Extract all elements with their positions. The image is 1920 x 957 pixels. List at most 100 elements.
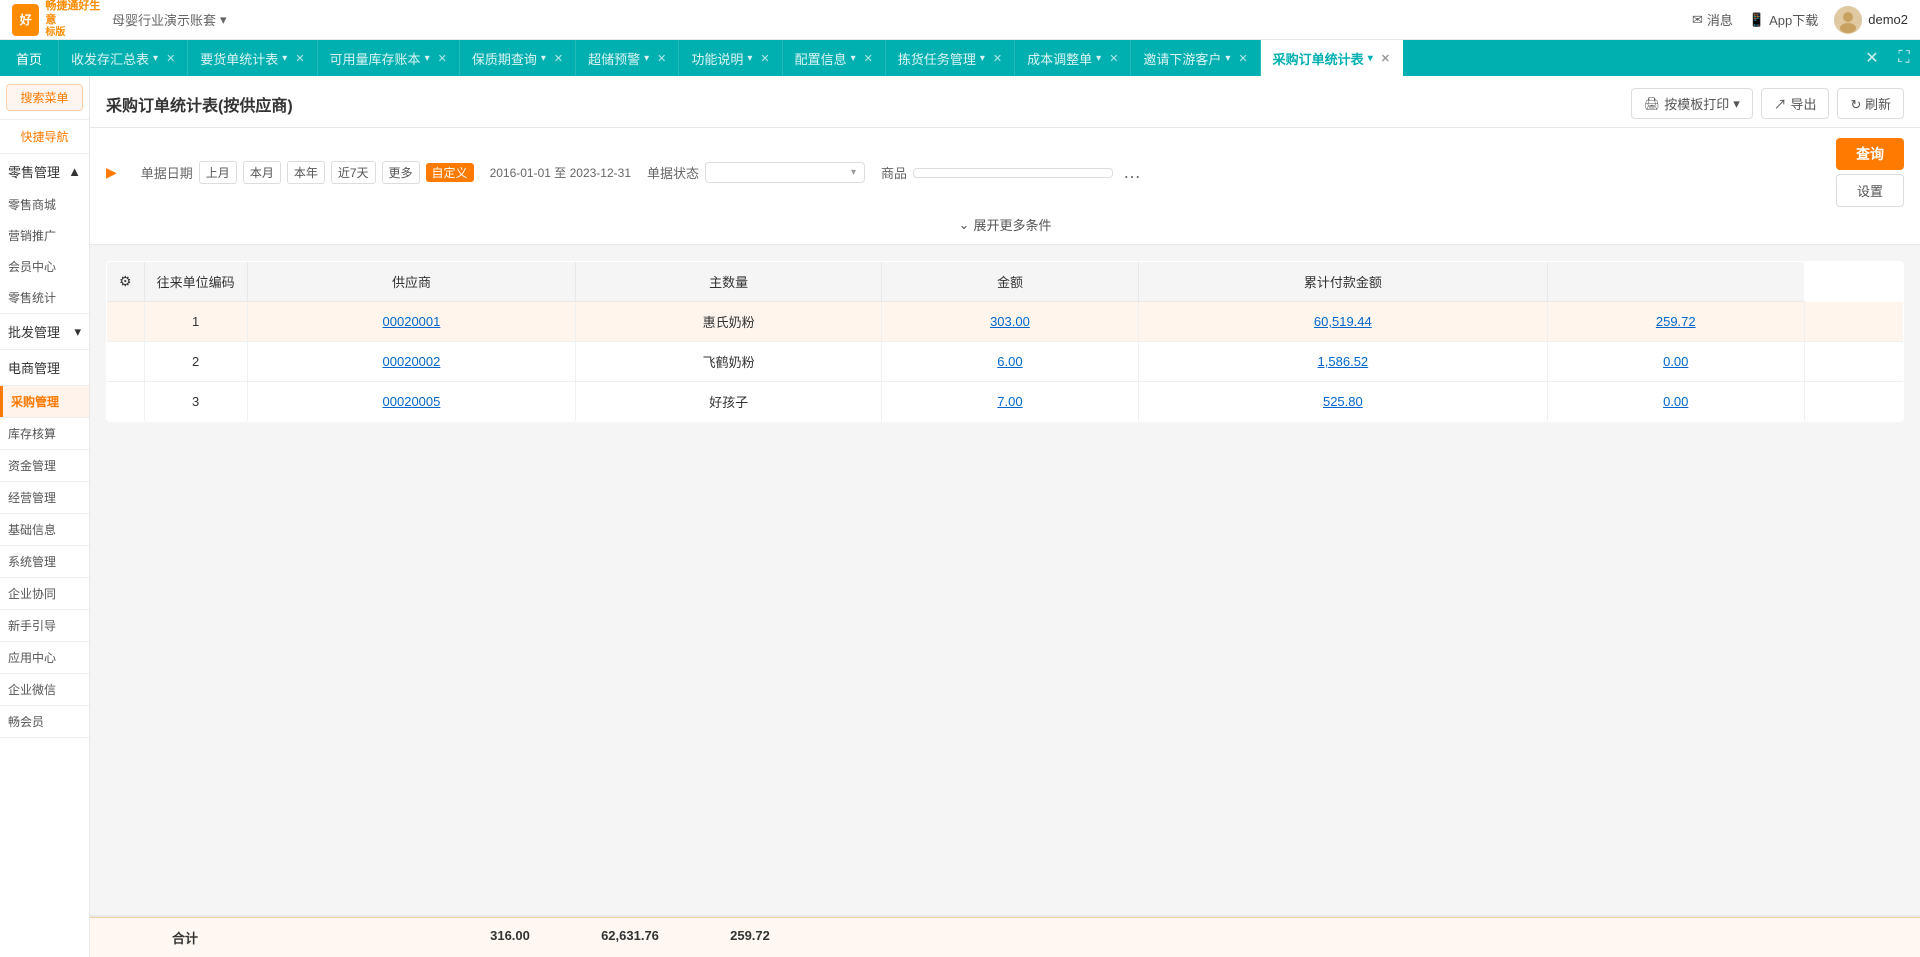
tab-home[interactable]: 首页	[0, 40, 59, 76]
close-icon[interactable]: ✕	[993, 52, 1002, 65]
chevron-down-icon: ▾	[1733, 96, 1740, 112]
row-extra	[1804, 342, 1903, 382]
row-paid[interactable]: 259.72	[1547, 302, 1804, 342]
sidebar-item-wechat[interactable]: 企业微信	[0, 674, 89, 705]
tab-arrow: ▾	[644, 53, 649, 64]
refresh-btn[interactable]: ↻ 刷新	[1837, 88, 1904, 119]
sidebar-section-header-wholesale[interactable]: 批发管理 ▾	[0, 314, 89, 349]
message-btn[interactable]: ✉ 消息	[1692, 10, 1733, 29]
row-paid[interactable]: 0.00	[1547, 382, 1804, 422]
status-select[interactable]: ▾	[705, 162, 865, 183]
company-dropdown[interactable]: 母婴行业演示账套 ▾	[112, 10, 227, 29]
print-btn[interactable]: 🖨 按模板打印 ▾	[1631, 88, 1753, 119]
row-qty[interactable]: 7.00	[881, 382, 1138, 422]
app-download-btn[interactable]: 📱 App下载	[1749, 10, 1818, 29]
tab-oversupply[interactable]: 超储预警 ▾ ✕	[576, 40, 679, 76]
maximize-btn[interactable]: ⛶	[1888, 40, 1920, 76]
sidebar-item-inventory[interactable]: 库存核算	[0, 418, 89, 449]
sidebar-item-purchase[interactable]: 采购管理	[0, 386, 89, 417]
sidebar-section-header-retail[interactable]: 零售管理 ▲	[0, 154, 89, 189]
close-all-btn[interactable]: ✕	[1856, 40, 1888, 76]
row-code[interactable]: 00020002	[247, 342, 576, 382]
row-extra	[1804, 302, 1903, 342]
goods-input[interactable]	[913, 168, 1113, 178]
tab-expire[interactable]: 保质期查询 ▾ ✕	[460, 40, 576, 76]
tab-arrow: ▾	[1096, 53, 1101, 64]
shortcut-this-month[interactable]: 本月	[243, 161, 281, 184]
goods-label: 商品	[881, 163, 907, 182]
tab-pickup[interactable]: 拣货任务管理 ▾ ✕	[886, 40, 1015, 76]
sidebar-item-marketing[interactable]: 营销推广	[0, 220, 89, 251]
th-supplier: 供应商	[247, 262, 576, 302]
shortcut-this-year[interactable]: 本年	[287, 161, 325, 184]
expand-more-btn[interactable]: ⌄ 展开更多条件	[959, 215, 1052, 234]
shortcut-more[interactable]: 更多	[382, 161, 420, 184]
export-btn[interactable]: ↗ 导出	[1761, 88, 1830, 119]
close-icon[interactable]: ✕	[1381, 52, 1390, 65]
row-qty[interactable]: 303.00	[881, 302, 1138, 342]
tab-guide[interactable]: 功能说明 ▾ ✕	[679, 40, 782, 76]
sidebar-item-newguide[interactable]: 新手引导	[0, 610, 89, 641]
tab-purchase-stat[interactable]: 采购订单统计表 ▾ ✕	[1261, 40, 1403, 76]
user-menu[interactable]: demo2	[1834, 6, 1908, 34]
expand-collapse-icon[interactable]: ▶	[106, 164, 117, 181]
tab-cost[interactable]: 成本调整单 ▾ ✕	[1015, 40, 1131, 76]
sidebar-item-retail-mall[interactable]: 零售商城	[0, 189, 89, 220]
row-settings	[107, 382, 145, 422]
tab-arrow: ▾	[153, 53, 158, 64]
sidebar-item-member[interactable]: 畅会员	[0, 706, 89, 737]
sidebar-section-header-ecommerce[interactable]: 电商管理	[0, 350, 89, 385]
row-paid[interactable]: 0.00	[1547, 342, 1804, 382]
th-settings: ⚙	[107, 262, 145, 302]
query-btn[interactable]: 查询	[1836, 138, 1904, 170]
sidebar-item-coop[interactable]: 企业协同	[0, 578, 89, 609]
search-menu-btn[interactable]: 搜索菜单	[6, 84, 83, 111]
tab-config[interactable]: 配置信息 ▾ ✕	[783, 40, 886, 76]
sidebar-item-member-center[interactable]: 会员中心	[0, 251, 89, 282]
close-icon[interactable]: ✕	[438, 52, 447, 65]
sidebar-item-appcenter[interactable]: 应用中心	[0, 642, 89, 673]
gear-icon[interactable]: ⚙	[119, 273, 132, 289]
row-code[interactable]: 00020005	[247, 382, 576, 422]
close-icon[interactable]: ✕	[760, 52, 769, 65]
table-row: 1 00020001 惠氏奶粉 303.00 60,519.44 259.72	[107, 302, 1904, 342]
shortcut-last-month[interactable]: 上月	[199, 161, 237, 184]
tab-arrow: ▾	[425, 53, 430, 64]
tab-stock[interactable]: 可用量库存账本 ▾ ✕	[318, 40, 460, 76]
close-icon[interactable]: ✕	[864, 52, 873, 65]
settings-btn[interactable]: 设置	[1836, 174, 1904, 207]
close-icon[interactable]: ✕	[1109, 52, 1118, 65]
row-amount[interactable]: 60,519.44	[1138, 302, 1547, 342]
filter-actions: 查询 设置	[1836, 138, 1904, 207]
custom-date-badge[interactable]: 自定义	[426, 163, 474, 182]
sidebar-item-system[interactable]: 系统管理	[0, 546, 89, 577]
logo-area: 好 畅捷通好生意 标版	[12, 0, 102, 38]
th-qty: 主数量	[576, 262, 882, 302]
quick-nav-btn[interactable]: 快捷导航	[0, 120, 89, 154]
close-icon[interactable]: ✕	[1238, 52, 1247, 65]
close-icon[interactable]: ✕	[657, 52, 666, 65]
table-header-row: ⚙ 往来单位编码 供应商 主数量 金额 累计付款金额	[107, 262, 1904, 302]
row-amount[interactable]: 525.80	[1138, 382, 1547, 422]
sidebar-item-retail-stat[interactable]: 零售统计	[0, 282, 89, 313]
row-qty[interactable]: 6.00	[881, 342, 1138, 382]
total-label: 合计	[90, 918, 450, 957]
tab-demand[interactable]: 要货单统计表 ▾ ✕	[188, 40, 317, 76]
tab-invite[interactable]: 邀请下游客户 ▾ ✕	[1131, 40, 1260, 76]
shortcut-7days[interactable]: 近7天	[331, 161, 376, 184]
close-icon[interactable]: ✕	[554, 52, 563, 65]
sidebar-item-basic[interactable]: 基础信息	[0, 514, 89, 545]
row-code[interactable]: 00020001	[247, 302, 576, 342]
close-icon[interactable]: ✕	[295, 52, 304, 65]
sidebar-item-finance[interactable]: 资金管理	[0, 450, 89, 481]
chevron-down-icon: ▾	[851, 167, 856, 178]
tab-receive[interactable]: 收发存汇总表 ▾ ✕	[59, 40, 188, 76]
row-amount[interactable]: 1,586.52	[1138, 342, 1547, 382]
sidebar-section-wechat: 企业微信	[0, 674, 89, 706]
sidebar-item-operation[interactable]: 经营管理	[0, 482, 89, 513]
close-icon[interactable]: ✕	[166, 52, 175, 65]
more-options-icon[interactable]: …	[1123, 162, 1141, 183]
chevron-down-icon: ▾	[74, 324, 81, 340]
date-range-text: 2016-01-01 至 2023-12-31	[490, 164, 631, 181]
row-supplier: 好孩子	[576, 382, 882, 422]
